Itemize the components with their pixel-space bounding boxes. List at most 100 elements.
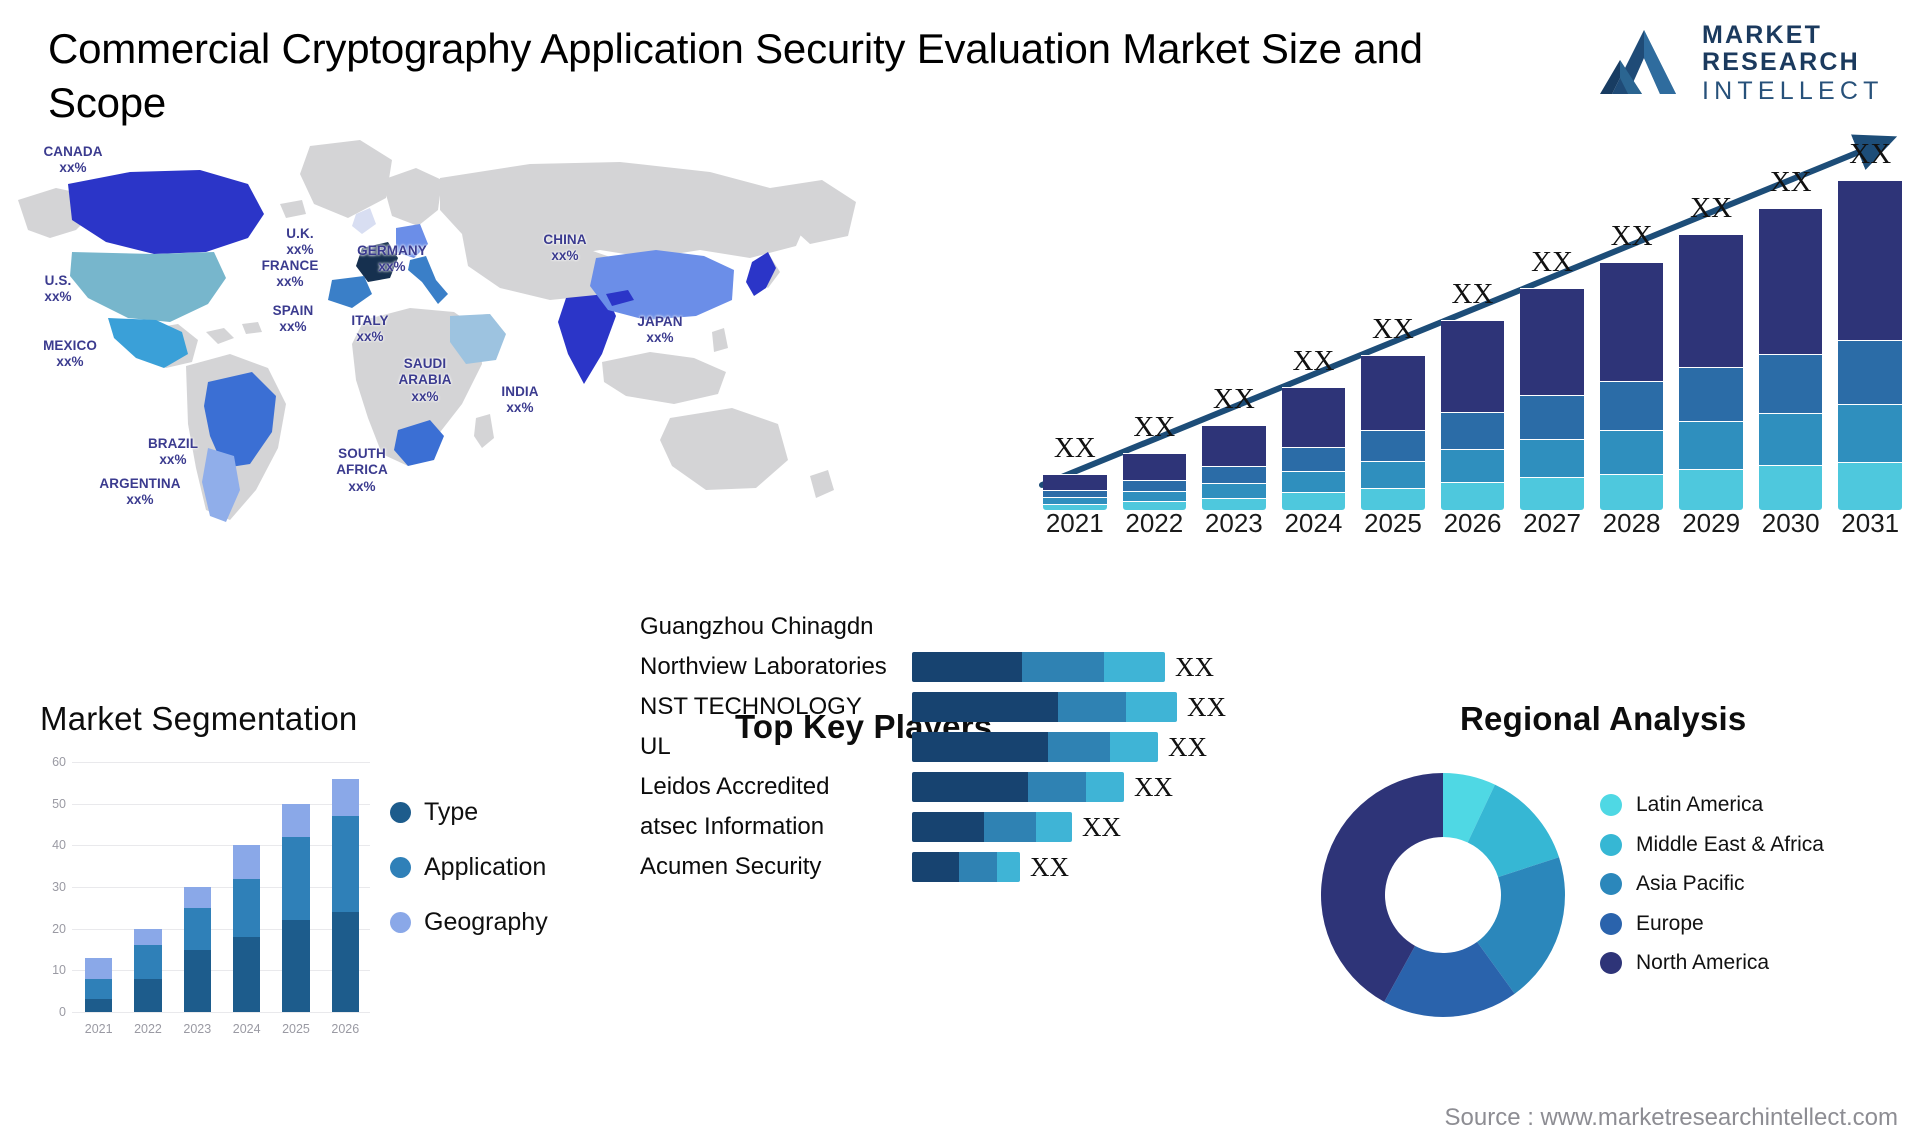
player-bar (912, 732, 1158, 762)
player-bar-segment (912, 852, 959, 882)
forecast-bar-value-label: XX (1053, 432, 1096, 465)
forecast-bar-value-label: XX (1133, 411, 1176, 444)
region-legend-item: Latin America (1600, 792, 1900, 818)
forecast-year-tick: 2026 (1443, 508, 1502, 538)
player-value-label: XX (1082, 811, 1121, 842)
region-legend-label: Asia Pacific (1636, 872, 1745, 896)
segmentation-x-tick: 2021 (84, 1022, 113, 1036)
forecast-bar-segment (1758, 465, 1823, 510)
forecast-bar-segment (1281, 470, 1346, 493)
map-country-germany (396, 224, 428, 258)
region-legend-label: Middle East & Africa (1636, 832, 1824, 856)
segmentation-bar-segment (85, 957, 113, 979)
segmentation-x-tick: 2022 (134, 1022, 162, 1036)
segmentation-bar-column (331, 778, 359, 1012)
segmentation-x-tick: 2026 (331, 1022, 360, 1036)
world-map-panel: CANADA xx% U.S. xx% MEXICO xx% BRAZIL xx% ARGENT… (10, 118, 990, 558)
region-legend-item: North America (1600, 950, 1900, 976)
map-country-france (356, 242, 398, 282)
segmentation-legend-label: Application (424, 853, 547, 881)
segmentation-y-tick: 0 (59, 1005, 66, 1019)
forecast-bar-segment (1361, 460, 1425, 488)
player-value-label: XX (1175, 651, 1214, 682)
segmentation-bar-column (233, 845, 261, 1012)
regional-analysis-legend: Latin America Middle East & Africa Asia Pa… (1600, 792, 1900, 990)
segmentation-bar-segment (282, 803, 310, 837)
segmentation-gridline (72, 970, 370, 972)
player-row: NST TECHNOLOGY XX (640, 688, 1300, 726)
player-row: UL XX (640, 728, 1300, 766)
forecast-bar-column: XX (1838, 138, 1903, 510)
forecast-bar-segment (1281, 446, 1346, 471)
legend-dot-icon (390, 857, 411, 878)
region-legend-item: Middle East & Africa (1600, 832, 1900, 858)
legend-dot-icon (1600, 912, 1622, 935)
world-map-svg (18, 140, 856, 522)
player-bar-segment (984, 812, 1036, 842)
forecast-bar-chart: XX XX XX XX XX XX XX XX XX XX XX (1035, 130, 1910, 510)
regional-analysis-donut (1321, 773, 1565, 1017)
segmentation-bar-segment (282, 920, 310, 1012)
player-bar-segment (1048, 732, 1110, 762)
segmentation-bar-segment (134, 978, 162, 1012)
segmentation-x-tick: 2024 (232, 1022, 261, 1036)
forecast-bar-segment (1599, 381, 1664, 431)
forecast-bar-value-label: XX (1371, 312, 1414, 345)
segmentation-bar-column (282, 803, 310, 1012)
segmentation-x-tick: 2023 (183, 1022, 212, 1036)
segmentation-bar-segment (85, 978, 113, 1000)
player-bar-segment (1028, 772, 1086, 802)
region-legend-item: Asia Pacific (1600, 871, 1900, 897)
player-bar-segment (997, 852, 1020, 882)
forecast-bar-segment (1440, 411, 1505, 449)
forecast-bar-column: XX (1520, 246, 1584, 510)
map-country-spain (328, 276, 372, 308)
segmentation-y-tick: 10 (52, 963, 66, 978)
forecast-year-tick: 2028 (1602, 508, 1661, 538)
logo-line-research: RESEARCH (1702, 48, 1860, 76)
player-bar (912, 772, 1124, 802)
forecast-year-tick: 2021 (1045, 508, 1104, 538)
region-legend-item: Europe (1600, 911, 1900, 937)
segmentation-bar-segment (233, 936, 261, 1012)
forecast-bar-column: XX (1679, 192, 1743, 510)
segmentation-plot-area: 0 10 20 30 40 50 60 2021 2022 2023 2024 2025 2026 (40, 756, 370, 1036)
forecast-bar-segment (1758, 412, 1823, 466)
player-row: atsec Information XX (640, 808, 1300, 846)
forecast-year-tick: 2023 (1204, 508, 1263, 538)
forecast-year-tick: 2027 (1523, 508, 1581, 538)
segmentation-bar-segment (331, 816, 359, 912)
forecast-year-tick: 2029 (1682, 508, 1741, 538)
player-bar (912, 852, 1020, 882)
forecast-bar-segment (1122, 490, 1187, 502)
forecast-bar-segment (1679, 367, 1743, 422)
segmentation-bar-segment (331, 911, 359, 1012)
forecast-bar-segment (1042, 497, 1107, 505)
forecast-bar-column: XX (1122, 411, 1187, 510)
forecast-year-tick: 2025 (1364, 508, 1422, 538)
segmentation-legend: Type Application Geography (390, 798, 600, 963)
forecast-bar-value-label: XX (1769, 165, 1812, 198)
forecast-bar-value-label: XX (1292, 344, 1335, 377)
forecast-bar-segment (1679, 421, 1743, 470)
map-country-china (590, 250, 734, 320)
infographic-root: Commercial Cryptography Application Secu… (0, 0, 1920, 1146)
forecast-bar-segment (1520, 395, 1584, 439)
logo-line-market: MARKET (1702, 21, 1823, 49)
forecast-year-tick: 2022 (1125, 508, 1184, 538)
forecast-bar-value-label: XX (1849, 138, 1892, 170)
forecast-bar-segment (1599, 261, 1664, 382)
segmentation-bar-segment (331, 778, 359, 817)
page-title: Commercial Cryptography Application Secu… (48, 25, 1423, 126)
forecast-bar-segment (1679, 469, 1743, 510)
forecast-bar-segment (1202, 465, 1266, 483)
forecast-bar-segment (1042, 489, 1107, 498)
legend-dot-icon (390, 802, 411, 823)
forecast-bar-segment (1440, 448, 1505, 482)
player-bar-segment (1104, 652, 1165, 682)
region-legend-label: Latin America (1636, 793, 1764, 816)
player-bar-segment (1058, 692, 1126, 722)
player-value-label: XX (1030, 851, 1069, 882)
source-caption: Source : www.marketresearchintellect.com (1444, 1104, 1899, 1131)
player-row: Acumen Security XX (640, 848, 1300, 886)
